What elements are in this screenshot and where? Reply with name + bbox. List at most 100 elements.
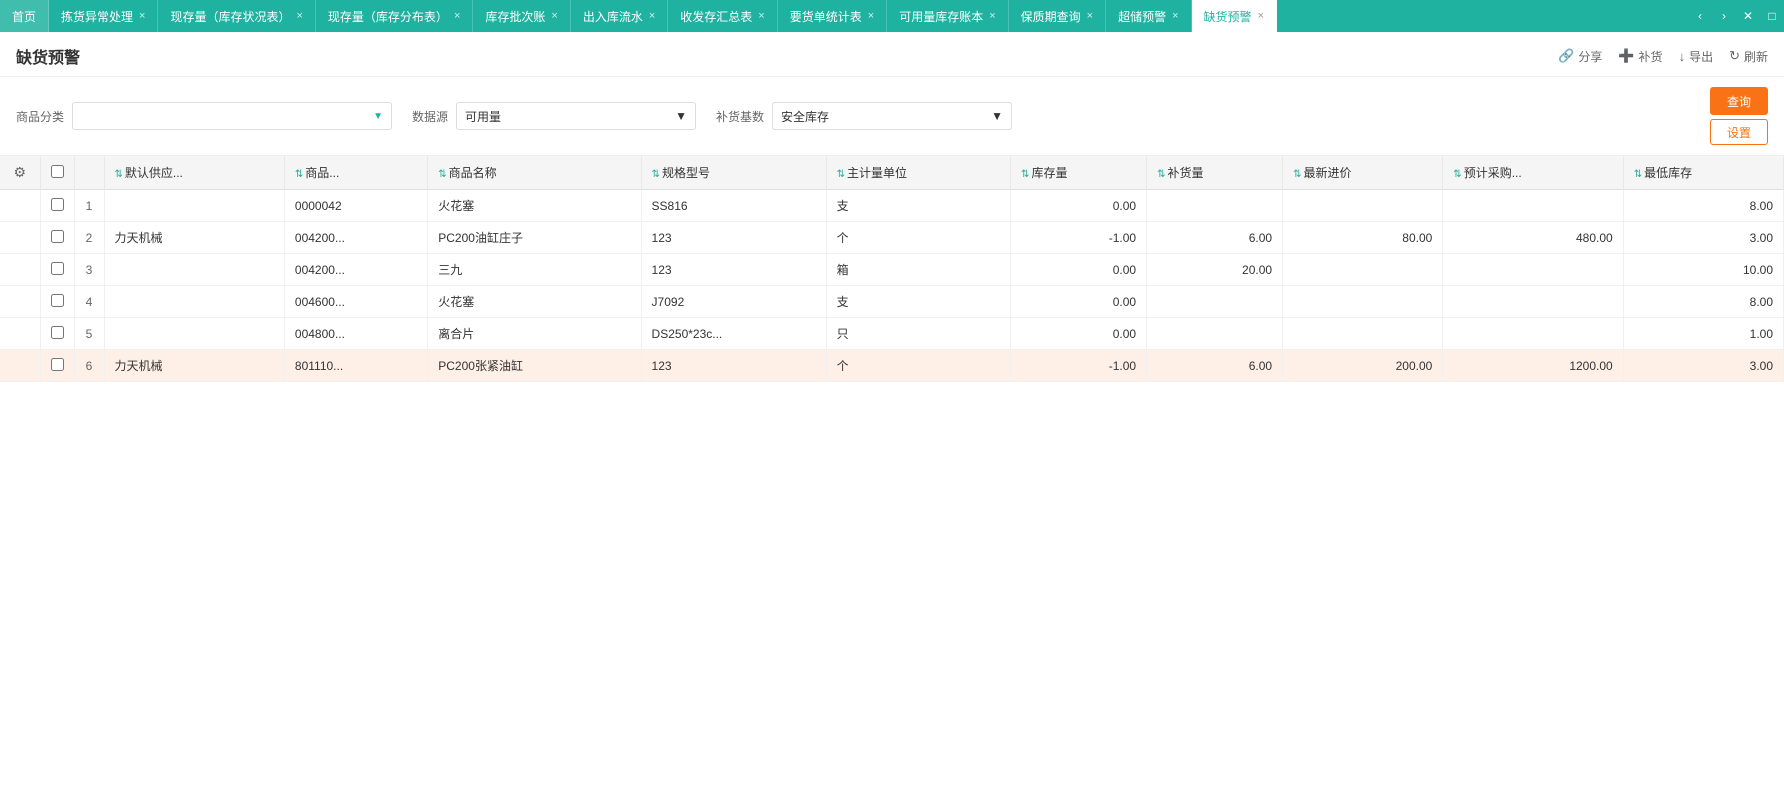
tab-close-2[interactable]: ×	[296, 10, 302, 22]
category-select[interactable]: ▼	[72, 102, 392, 130]
data-table: ⚙ ⇅默认供应... ⇅商品... ⇅商品名称	[0, 156, 1784, 382]
tab-close-10[interactable]: ×	[1172, 10, 1178, 22]
tab-label-7: 要货单统计表	[790, 8, 862, 25]
tab-close-8[interactable]: ×	[989, 10, 995, 22]
td-name-2: 三九	[428, 254, 641, 286]
td-stock-1: -1.00	[1011, 222, 1147, 254]
td-code-2: 004200...	[284, 254, 427, 286]
sort-icon-unit: ⇅	[837, 169, 845, 180]
restock-base-chevron-icon: ▼	[991, 109, 1003, 123]
query-button[interactable]: 查询	[1710, 87, 1768, 115]
row-checkbox-0[interactable]	[51, 198, 64, 211]
table-row: 4 004600... 火花塞 J7092 支 0.00 8.00	[0, 286, 1784, 318]
th-item-name[interactable]: ⇅商品名称	[428, 156, 641, 190]
category-label: 商品分类	[16, 108, 64, 125]
th-restock-qty[interactable]: ⇅补货量	[1147, 156, 1283, 190]
filter-bar: 商品分类 ▼ 数据源 可用量 ▼ 补货基数 安全库存 ▼ 查询 设置	[0, 77, 1784, 156]
td-checkbox-1	[40, 222, 74, 254]
tab-0[interactable]: 首页	[0, 0, 49, 32]
gear-icon[interactable]: ⚙	[13, 164, 26, 180]
th-checkbox	[40, 156, 74, 190]
datasource-label: 数据源	[412, 108, 448, 125]
share-icon: 🔗	[1558, 48, 1574, 64]
td-settings-5	[0, 350, 40, 382]
th-default-supplier[interactable]: ⇅默认供应...	[104, 156, 284, 190]
tab-9[interactable]: 保质期查询×	[1009, 0, 1106, 32]
tab-prev-btn[interactable]: ‹	[1688, 0, 1712, 32]
row-checkbox-2[interactable]	[51, 262, 64, 275]
datasource-filter-group: 数据源 可用量 ▼	[412, 102, 696, 130]
tab-close-6[interactable]: ×	[758, 10, 764, 22]
tab-5[interactable]: 出入库流水 ×	[571, 0, 668, 32]
tab-close-4[interactable]: ×	[551, 10, 557, 22]
setting-button[interactable]: 设置	[1710, 119, 1768, 145]
restock-button[interactable]: ➕ 补货	[1618, 48, 1662, 65]
datasource-select[interactable]: 可用量 ▼	[456, 102, 696, 130]
td-restock-5: 6.00	[1147, 350, 1283, 382]
td-code-0: 0000042	[284, 190, 427, 222]
restock-base-select[interactable]: 安全库存 ▼	[772, 102, 1012, 130]
tab-close-11[interactable]: ×	[1258, 10, 1264, 22]
td-est-5: 1200.00	[1443, 350, 1623, 382]
tab-1[interactable]: 拣货异常处理 ×	[49, 0, 158, 32]
tab-close-7[interactable]: ×	[868, 10, 874, 22]
tab-label-3: 现存量（库存分布表）	[328, 8, 448, 25]
td-code-3: 004600...	[284, 286, 427, 318]
sort-icon-restock-qty: ⇅	[1157, 169, 1165, 180]
sort-icon-price: ⇅	[1293, 169, 1301, 180]
td-price-2	[1283, 254, 1443, 286]
tab-2[interactable]: 现存量（库存状况表）×	[158, 0, 315, 32]
td-code-1: 004200...	[284, 222, 427, 254]
tab-close-3[interactable]: ×	[454, 10, 460, 22]
td-supplier-5: 力天机械	[104, 350, 284, 382]
td-stock-4: 0.00	[1011, 318, 1147, 350]
row-checkbox-5[interactable]	[51, 358, 64, 371]
td-est-2	[1443, 254, 1623, 286]
tab-close-9[interactable]: ×	[1087, 10, 1093, 22]
th-min-stock[interactable]: ⇅最低库存	[1623, 156, 1783, 190]
th-latest-price[interactable]: ⇅最新进价	[1283, 156, 1443, 190]
export-button[interactable]: ↓ 导出	[1679, 48, 1714, 65]
select-all-checkbox[interactable]	[51, 165, 64, 178]
tab-4[interactable]: 库存批次账×	[473, 0, 570, 32]
tab-10[interactable]: 超储预警×	[1106, 0, 1191, 32]
tab-11[interactable]: 缺货预警×	[1192, 0, 1277, 32]
td-stock-0: 0.00	[1011, 190, 1147, 222]
tab-8[interactable]: 可用量库存账本×	[887, 0, 1008, 32]
td-num-1: 2	[74, 222, 104, 254]
tab-3[interactable]: 现存量（库存分布表） ×	[316, 0, 473, 32]
th-unit[interactable]: ⇅主计量单位	[826, 156, 1010, 190]
td-unit-3: 支	[826, 286, 1010, 318]
td-supplier-2	[104, 254, 284, 286]
row-checkbox-4[interactable]	[51, 326, 64, 339]
refresh-button[interactable]: ↻ 刷新	[1729, 48, 1768, 65]
td-checkbox-5	[40, 350, 74, 382]
th-spec[interactable]: ⇅规格型号	[641, 156, 826, 190]
td-spec-3: J7092	[641, 286, 826, 318]
tab-label-5: 出入库流水	[583, 8, 643, 25]
th-stock[interactable]: ⇅库存量	[1011, 156, 1147, 190]
sort-icon-stock: ⇅	[1021, 169, 1029, 180]
tab-next-btn[interactable]: ›	[1712, 0, 1736, 32]
th-est-purchase[interactable]: ⇅预计采购...	[1443, 156, 1623, 190]
td-est-4	[1443, 318, 1623, 350]
restock-base-label: 补货基数	[716, 108, 764, 125]
tab-close-1[interactable]: ×	[139, 10, 145, 22]
td-settings-3	[0, 286, 40, 318]
tab-7[interactable]: 要货单统计表 ×	[778, 0, 887, 32]
td-num-5: 6	[74, 350, 104, 382]
td-name-1: PC200油缸庄子	[428, 222, 641, 254]
tab-label-1: 拣货异常处理	[61, 8, 133, 25]
share-button[interactable]: 🔗 分享	[1558, 48, 1602, 65]
header-actions: 🔗 分享 ➕ 补货 ↓ 导出 ↻ 刷新	[1558, 48, 1768, 65]
td-price-1: 80.00	[1283, 222, 1443, 254]
tab-restore-btn[interactable]: ✕	[1736, 0, 1760, 32]
row-checkbox-1[interactable]	[51, 230, 64, 243]
restock-base-filter-group: 补货基数 安全库存 ▼	[716, 102, 1012, 130]
th-item-code[interactable]: ⇅商品...	[284, 156, 427, 190]
tab-6[interactable]: 收发存汇总表×	[668, 0, 777, 32]
tab-maximize-btn[interactable]: □	[1760, 0, 1784, 32]
tab-close-5[interactable]: ×	[649, 10, 655, 22]
row-checkbox-3[interactable]	[51, 294, 64, 307]
page-header: 缺货预警 🔗 分享 ➕ 补货 ↓ 导出 ↻ 刷新	[0, 32, 1784, 77]
